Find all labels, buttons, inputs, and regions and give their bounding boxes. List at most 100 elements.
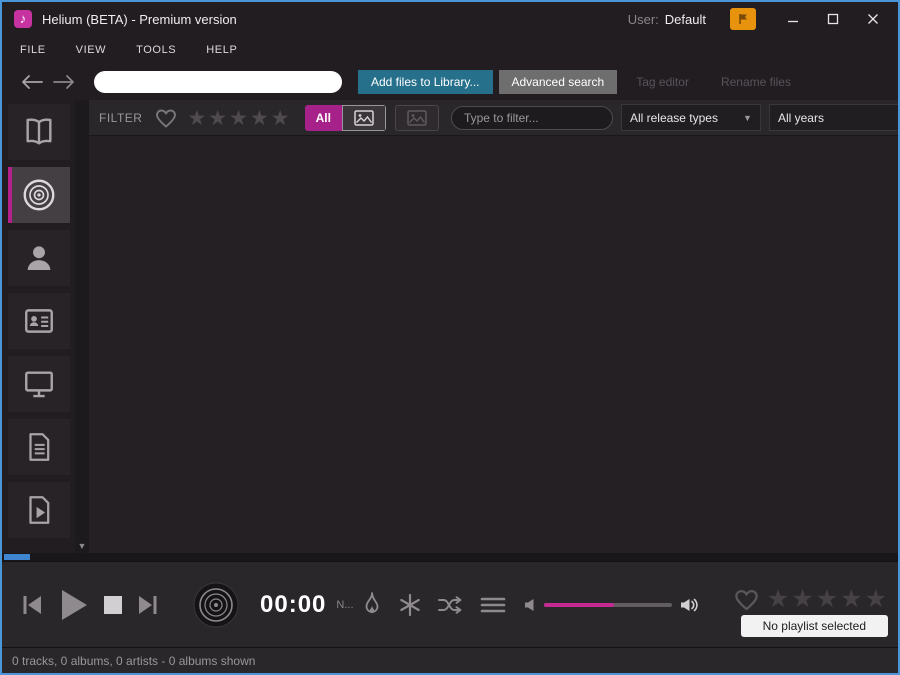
transport-controls — [18, 587, 162, 623]
with-images-toggle[interactable] — [341, 104, 386, 131]
sidebar-item-playlists[interactable] — [8, 482, 70, 538]
release-types-dropdown[interactable]: All release types ▼ — [620, 104, 761, 131]
tag-editor-button: Tag editor — [623, 70, 702, 94]
hot-tracks-button[interactable] — [360, 591, 384, 619]
contact-card-icon — [22, 304, 56, 338]
stop-icon — [100, 592, 126, 618]
forward-button[interactable] — [48, 74, 80, 90]
person-icon — [22, 241, 56, 275]
close-button[interactable] — [856, 7, 890, 31]
party-mode-button[interactable] — [398, 593, 422, 617]
app-window: ♪ Helium (BETA) - Premium version User: … — [0, 0, 900, 675]
sidebar-item-artists[interactable] — [8, 230, 70, 286]
playlist-selector[interactable]: No playlist selected — [740, 615, 888, 637]
flag-icon — [736, 12, 750, 26]
document-icon — [22, 430, 56, 464]
years-value: All years — [777, 110, 824, 125]
minimize-icon — [787, 13, 799, 25]
now-playing-disc-icon — [192, 581, 240, 629]
maximize-icon — [827, 13, 839, 25]
menu-item-file[interactable]: FILE — [20, 44, 46, 56]
sidebar-scrollbar[interactable]: ▼ — [75, 100, 89, 553]
star-icon[interactable]: ★ — [249, 106, 270, 130]
star-icon[interactable]: ★ — [766, 586, 790, 612]
scroll-down-icon[interactable]: ▼ — [75, 541, 89, 551]
track-rating-stars[interactable]: ★ ★ ★ ★ ★ — [766, 586, 888, 612]
back-button[interactable] — [16, 74, 48, 90]
play-document-icon — [22, 493, 56, 527]
rename-files-button: Rename files — [708, 70, 804, 94]
album-grid-area[interactable] — [89, 136, 898, 553]
sidebar-item-reports[interactable] — [8, 419, 70, 475]
player-bar: 00:00 N... ★ ★ ★ ★ ★ No playlist selecte… — [2, 561, 898, 647]
sidebar-item-contacts[interactable] — [8, 293, 70, 349]
play-button[interactable] — [54, 587, 92, 623]
volume-slider[interactable] — [543, 602, 672, 607]
filter-all-button[interactable]: All — [304, 104, 342, 131]
back-arrow-icon — [20, 74, 44, 90]
menu-item-view[interactable]: VIEW — [76, 44, 107, 56]
without-images-toggle[interactable] — [394, 104, 439, 131]
star-icon[interactable]: ★ — [815, 586, 839, 612]
horizontal-scrollbar[interactable] — [2, 553, 898, 561]
sidebar-item-albums[interactable] — [8, 167, 70, 223]
volume-control — [524, 597, 700, 613]
type-to-filter-input[interactable] — [450, 105, 613, 130]
play-queue-button[interactable] — [480, 595, 506, 615]
rating-filter-stars[interactable]: ★ ★ ★ ★ ★ — [186, 106, 290, 130]
flag-button[interactable] — [730, 8, 756, 30]
menu-item-tools[interactable]: TOOLS — [136, 44, 176, 56]
horizontal-scrollbar-thumb[interactable] — [4, 554, 30, 560]
minimize-button[interactable] — [776, 7, 810, 31]
disc-icon — [21, 177, 57, 213]
track-info-text: N... — [336, 598, 354, 611]
filter-label: FILTER — [99, 110, 143, 125]
star-icon[interactable]: ★ — [186, 106, 207, 130]
menu-item-help[interactable]: HELP — [206, 44, 237, 56]
sidebar — [2, 100, 74, 553]
previous-button[interactable] — [18, 592, 46, 618]
playback-time: 00:00 — [260, 590, 327, 618]
main-panel: FILTER ★ ★ ★ ★ ★ All Type to filter... A… — [89, 100, 898, 553]
close-icon — [867, 13, 879, 25]
window-title: Helium (BETA) - Premium version — [42, 11, 237, 27]
play-icon — [54, 587, 92, 623]
favorite-filter-heart-icon[interactable] — [154, 107, 178, 129]
add-files-button[interactable]: Add files to Library... — [358, 70, 493, 94]
previous-icon — [18, 592, 46, 618]
shuffle-button[interactable] — [436, 594, 464, 616]
maximize-button[interactable] — [816, 7, 850, 31]
filter-bar: FILTER ★ ★ ★ ★ ★ All Type to filter... A… — [89, 100, 898, 136]
star-icon[interactable]: ★ — [790, 586, 814, 612]
star-icon[interactable]: ★ — [270, 106, 291, 130]
star-icon[interactable]: ★ — [864, 586, 888, 612]
sidebar-item-library[interactable] — [8, 104, 70, 160]
content: ▼ FILTER ★ ★ ★ ★ ★ All Type to filter...… — [2, 100, 898, 553]
favorite-track-heart-icon[interactable] — [733, 587, 760, 612]
years-dropdown[interactable]: All years — [768, 104, 898, 131]
user-label: User: — [627, 11, 659, 27]
sidebar-item-devices[interactable] — [8, 356, 70, 412]
advanced-search-button[interactable]: Advanced search — [498, 70, 618, 94]
star-icon[interactable]: ★ — [839, 586, 863, 612]
status-text: 0 tracks, 0 albums, 0 artists - 0 albums… — [12, 653, 256, 668]
volume-low-icon[interactable] — [524, 598, 536, 612]
image-dim-icon — [407, 109, 427, 126]
chevron-down-icon: ▼ — [743, 112, 752, 123]
player-right-section: ★ ★ ★ ★ ★ No playlist selected — [733, 572, 888, 637]
search-input[interactable] — [94, 71, 342, 93]
monitor-icon — [22, 367, 56, 401]
forward-arrow-icon — [52, 74, 76, 90]
toolbar: Add files to Library... Advanced search … — [2, 64, 898, 100]
flame-icon — [360, 591, 384, 619]
next-button[interactable] — [134, 592, 162, 618]
volume-high-icon[interactable] — [680, 597, 700, 613]
star-icon[interactable]: ★ — [207, 106, 228, 130]
shuffle-icon — [436, 594, 464, 616]
user-value[interactable]: Default — [665, 12, 706, 27]
stop-button[interactable] — [100, 592, 126, 618]
burst-icon — [398, 593, 422, 617]
star-icon[interactable]: ★ — [228, 106, 249, 130]
release-types-value: All release types — [629, 110, 718, 125]
titlebar: ♪ Helium (BETA) - Premium version User: … — [2, 2, 898, 36]
